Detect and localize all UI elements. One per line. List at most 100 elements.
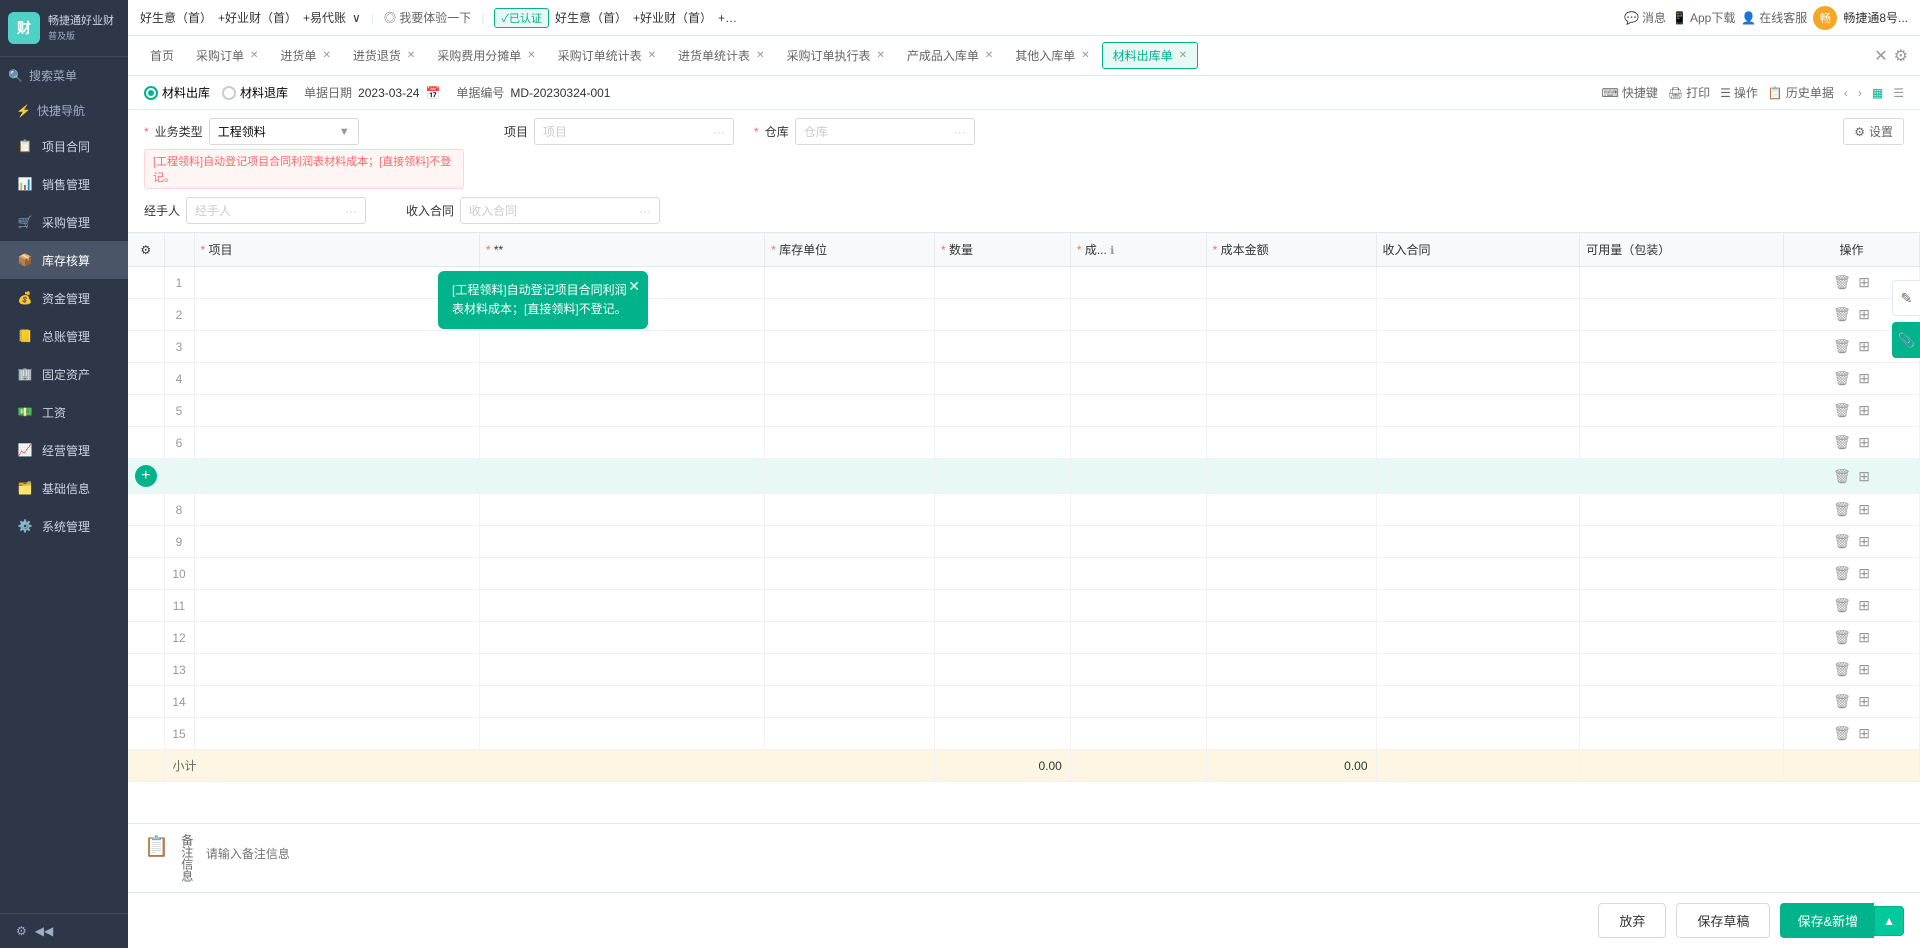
- top-nav-haoyecai[interactable]: +好业财（首）: [218, 9, 297, 26]
- sidebar-item-project[interactable]: 📋 项目合同: [0, 127, 128, 165]
- copy-row-btn-14[interactable]: ⊞: [1858, 693, 1870, 709]
- copy-row-btn-15[interactable]: ⊞: [1858, 725, 1870, 741]
- cell-qty-10[interactable]: [934, 558, 1070, 590]
- col-header-settings[interactable]: ⚙: [128, 233, 164, 267]
- cell-availqty-1[interactable]: [1580, 267, 1784, 299]
- cell-costamt-12[interactable]: [1206, 622, 1376, 654]
- settings-right-btn[interactable]: ⚙ 设置: [1843, 118, 1904, 145]
- tab-product-in-close[interactable]: ✕: [985, 50, 993, 61]
- discard-button[interactable]: 放弃: [1598, 903, 1666, 938]
- project-input[interactable]: 项目 ···: [534, 118, 734, 145]
- cell-project-4[interactable]: [194, 363, 479, 395]
- tab-material-out-close[interactable]: ✕: [1179, 50, 1187, 61]
- delete-row-btn-3[interactable]: 🗑: [1833, 338, 1851, 354]
- cell-contract-active[interactable]: [1376, 459, 1580, 494]
- cell-qty-2[interactable]: [934, 299, 1070, 331]
- username[interactable]: 畅捷通8号...: [1843, 9, 1908, 26]
- tooltip-close-btn[interactable]: ✕: [628, 275, 640, 297]
- cell-product-9[interactable]: [479, 526, 764, 558]
- quick-key-btn[interactable]: ⌨ 快捷键: [1602, 84, 1658, 101]
- delete-row-btn-14[interactable]: 🗑: [1833, 693, 1851, 709]
- cell-availqty-8[interactable]: [1580, 494, 1784, 526]
- cell-availqty-6[interactable]: [1580, 427, 1784, 459]
- online-service-link[interactable]: 👤 在线客服: [1741, 9, 1807, 26]
- cell-product-8[interactable]: [479, 494, 764, 526]
- cell-costprice-active[interactable]: [1070, 459, 1206, 494]
- user-avatar[interactable]: 畅: [1813, 6, 1837, 30]
- cell-project-3[interactable]: [194, 331, 479, 363]
- cell-costamt-11[interactable]: [1206, 590, 1376, 622]
- cell-project-15[interactable]: [194, 718, 479, 750]
- cell-costprice-13[interactable]: [1070, 654, 1206, 686]
- sidebar-item-sales[interactable]: 📊 销售管理: [0, 165, 128, 203]
- cell-contract-6[interactable]: [1376, 427, 1580, 459]
- cell-stockunit-4[interactable]: [765, 363, 935, 395]
- cell-project-8[interactable]: [194, 494, 479, 526]
- cell-stockunit-15[interactable]: [765, 718, 935, 750]
- experience-link[interactable]: ◎ 我要体验一下: [384, 9, 471, 26]
- cell-project-5[interactable]: [194, 395, 479, 427]
- cell-stockunit-1[interactable]: [765, 267, 935, 299]
- tab-inbound-close[interactable]: ✕: [322, 50, 330, 61]
- cell-contract-10[interactable]: [1376, 558, 1580, 590]
- cell-stockunit-3[interactable]: [765, 331, 935, 363]
- cell-qty-6[interactable]: [934, 427, 1070, 459]
- cell-availqty-10[interactable]: [1580, 558, 1784, 590]
- tab-other-in-close[interactable]: ✕: [1081, 50, 1089, 61]
- delete-row-btn-8[interactable]: 🗑: [1833, 501, 1851, 517]
- cell-availqty-11[interactable]: [1580, 590, 1784, 622]
- cell-stockunit-14[interactable]: [765, 686, 935, 718]
- tab-purchase-split-close[interactable]: ✕: [527, 50, 535, 61]
- cell-costprice-2[interactable]: [1070, 299, 1206, 331]
- cell-stockunit-5[interactable]: [765, 395, 935, 427]
- income-contract-input[interactable]: 收入合同 ···: [460, 197, 660, 224]
- copy-row-btn-12[interactable]: ⊞: [1858, 629, 1870, 645]
- cell-availqty-3[interactable]: [1580, 331, 1784, 363]
- warehouse-input[interactable]: 仓库 ···: [795, 118, 975, 145]
- operations-btn[interactable]: ☰ 操作: [1720, 84, 1758, 101]
- cell-qty-12[interactable]: [934, 622, 1070, 654]
- print-btn[interactable]: 🖨 打印: [1668, 84, 1710, 101]
- cell-project-6[interactable]: [194, 427, 479, 459]
- cell-qty-15[interactable]: [934, 718, 1070, 750]
- sidebar-item-system[interactable]: ⚙️ 系统管理: [0, 507, 128, 545]
- cell-costamt-9[interactable]: [1206, 526, 1376, 558]
- tab-inbound-stats-close[interactable]: ✕: [756, 50, 764, 61]
- cell-project-10[interactable]: [194, 558, 479, 590]
- cell-product-3[interactable]: [479, 331, 764, 363]
- top-nav-more[interactable]: +…: [718, 11, 737, 25]
- copy-row-btn-13[interactable]: ⊞: [1858, 661, 1870, 677]
- delete-row-btn-1[interactable]: 🗑: [1833, 274, 1851, 290]
- message-icon[interactable]: 💬 消息: [1624, 9, 1666, 26]
- cell-qty-active[interactable]: [934, 459, 1070, 494]
- tab-inbound-stats[interactable]: 进货单统计表 ✕: [668, 43, 774, 68]
- cell-costprice-5[interactable]: [1070, 395, 1206, 427]
- cell-contract-15[interactable]: [1376, 718, 1580, 750]
- delete-row-btn-4[interactable]: 🗑: [1833, 370, 1851, 386]
- delete-row-btn-5[interactable]: 🗑: [1833, 402, 1851, 418]
- cell-qty-5[interactable]: [934, 395, 1070, 427]
- tab-product-in[interactable]: 产成品入库单 ✕: [897, 43, 1003, 68]
- calendar-icon[interactable]: 📅: [425, 86, 440, 100]
- top-nav-haoshengyi[interactable]: 好生意（首）: [140, 9, 212, 26]
- cell-contract-2[interactable]: [1376, 299, 1580, 331]
- cell-product-5[interactable]: [479, 395, 764, 427]
- cell-qty-8[interactable]: [934, 494, 1070, 526]
- tab-return-goods-close[interactable]: ✕: [407, 50, 415, 61]
- cell-stockunit-13[interactable]: [765, 654, 935, 686]
- dropdown-icon[interactable]: ∨: [352, 11, 361, 25]
- radio-material-return[interactable]: 材料退库: [222, 84, 288, 101]
- sidebar-item-payroll[interactable]: 💵 工资: [0, 393, 128, 431]
- cell-product-4[interactable]: [479, 363, 764, 395]
- cell-costamt-2[interactable]: [1206, 299, 1376, 331]
- cell-project-9[interactable]: [194, 526, 479, 558]
- cell-qty-11[interactable]: [934, 590, 1070, 622]
- cell-costamt-1[interactable]: [1206, 267, 1376, 299]
- prev-btn[interactable]: ‹: [1844, 86, 1848, 100]
- cell-project-12[interactable]: [194, 622, 479, 654]
- cell-product-14[interactable]: [479, 686, 764, 718]
- cell-availqty-14[interactable]: [1580, 686, 1784, 718]
- delete-row-btn-15[interactable]: 🗑: [1833, 725, 1851, 741]
- tab-purchase-exec[interactable]: 采购订单执行表 ✕: [776, 43, 894, 68]
- copy-row-btn-10[interactable]: ⊞: [1858, 565, 1870, 581]
